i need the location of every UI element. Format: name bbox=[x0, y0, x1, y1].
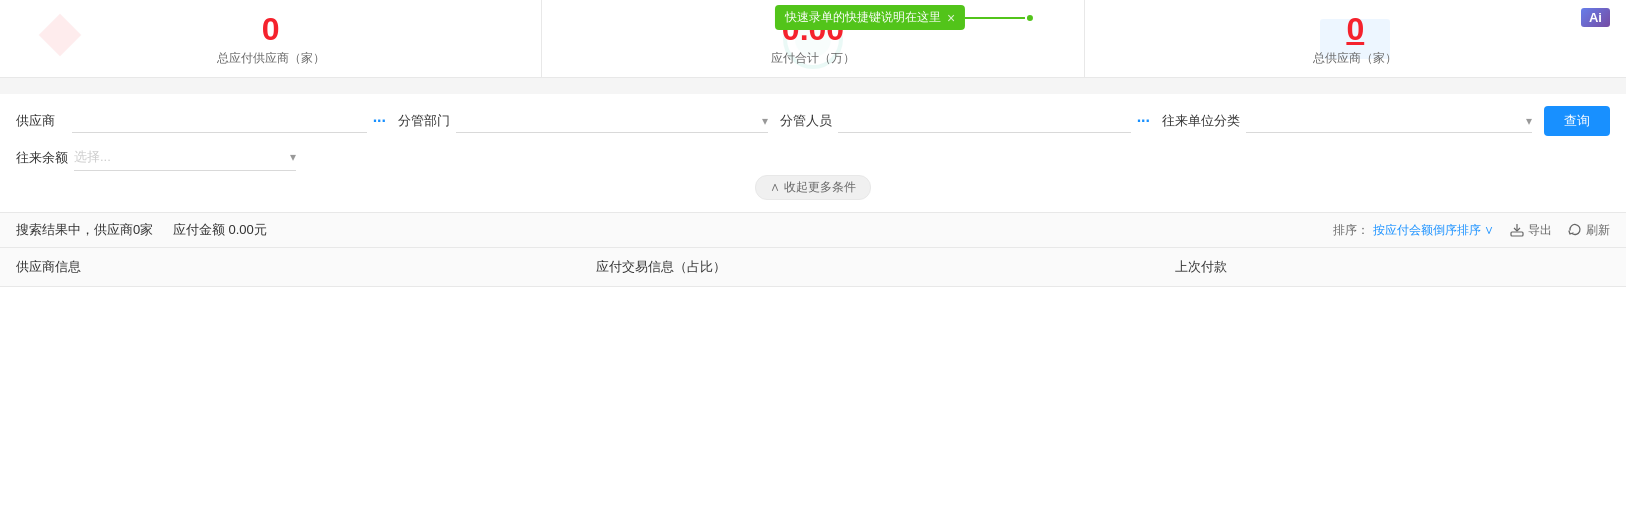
stat-total-suppliers: 0 总供应商（家） Ai bbox=[1085, 0, 1626, 77]
total-suppliers-label: 总供应商（家） bbox=[1313, 50, 1397, 67]
unit-class-select[interactable]: ▾ bbox=[1246, 110, 1532, 133]
filter-bar: 供应商 ··· 分管部门 ▾ 分管人员 ··· 往来单位分类 ▾ bbox=[0, 94, 1626, 213]
balance-filter: 往来余额 选择... ▾ bbox=[16, 144, 296, 171]
person-dots-btn[interactable]: ··· bbox=[1137, 112, 1150, 130]
supplier-input[interactable] bbox=[72, 109, 367, 133]
result-summary: 搜索结果中，供应商0家 应付金额 0.00元 bbox=[16, 221, 267, 239]
query-button[interactable]: 查询 bbox=[1544, 106, 1610, 136]
result-text: 搜索结果中，供应商0家 bbox=[16, 222, 153, 237]
total-suppliers-number: 0 bbox=[1313, 10, 1397, 48]
export-btn[interactable]: 导出 bbox=[1510, 222, 1552, 239]
total-payable-number: 0 bbox=[217, 10, 325, 48]
supplier-filter: 供应商 ··· bbox=[16, 109, 386, 133]
balance-arrow-icon: ▾ bbox=[290, 150, 296, 164]
sort-label: 排序： 按应付会额倒序排序 ∨ bbox=[1333, 222, 1494, 239]
department-select[interactable]: ▾ bbox=[456, 110, 768, 133]
collapse-btn[interactable]: ∧ 收起更多条件 bbox=[755, 175, 870, 200]
sort-value-btn[interactable]: 按应付会额倒序排序 ∨ bbox=[1373, 223, 1494, 237]
payable-total-label: 应付合计（万） bbox=[771, 50, 855, 67]
balance-select[interactable]: 选择... ▾ bbox=[74, 144, 296, 171]
tooltip-text: 快速录单的快捷键说明在这里 bbox=[785, 9, 941, 26]
department-label: 分管部门 bbox=[398, 112, 450, 130]
col-header-supplier: 供应商信息 bbox=[16, 258, 596, 276]
refresh-btn[interactable]: 刷新 bbox=[1568, 222, 1610, 239]
department-filter: 分管部门 ▾ bbox=[398, 110, 768, 133]
unit-class-label: 往来单位分类 bbox=[1162, 112, 1240, 130]
result-bar: 搜索结果中，供应商0家 应付金额 0.00元 排序： 按应付会额倒序排序 ∨ 导… bbox=[0, 213, 1626, 248]
person-input[interactable] bbox=[838, 109, 1131, 133]
refresh-icon bbox=[1568, 223, 1582, 237]
svg-rect-0 bbox=[39, 14, 81, 56]
stat-total-payable-suppliers: 0 总应付供应商（家） bbox=[0, 0, 542, 77]
tooltip-dot bbox=[1025, 13, 1035, 23]
col-header-last-payment: 上次付款 bbox=[1175, 258, 1610, 276]
unit-class-arrow-icon: ▾ bbox=[1526, 114, 1532, 128]
balance-placeholder: 选择... bbox=[74, 148, 111, 166]
divider bbox=[0, 78, 1626, 86]
stats-bar: 0 总应付供应商（家） 0.00 应付合计（万） 快速录单的快捷键说明在这里 × bbox=[0, 0, 1626, 78]
svg-rect-7 bbox=[1511, 232, 1523, 236]
collapse-row: ∧ 收起更多条件 bbox=[16, 175, 1610, 200]
table-body bbox=[0, 287, 1626, 515]
total-payable-label: 总应付供应商（家） bbox=[217, 50, 325, 67]
balance-label: 往来余额 bbox=[16, 149, 68, 167]
tooltip-close-btn[interactable]: × bbox=[947, 11, 955, 25]
result-amount: 应付金额 0.00元 bbox=[173, 222, 267, 237]
col-header-transaction: 应付交易信息（占比） bbox=[596, 258, 1176, 276]
result-actions: 排序： 按应付会额倒序排序 ∨ 导出 刷新 bbox=[1333, 222, 1610, 239]
filter-row-1: 供应商 ··· 分管部门 ▾ 分管人员 ··· 往来单位分类 ▾ bbox=[16, 106, 1610, 136]
filter-row-2: 往来余额 选择... ▾ bbox=[16, 144, 1610, 171]
shortcut-tooltip: 快速录单的快捷键说明在这里 × bbox=[775, 5, 965, 30]
person-filter: 分管人员 ··· bbox=[780, 109, 1150, 133]
stat-payable-total: 0.00 应付合计（万） 快速录单的快捷键说明在这里 × bbox=[542, 0, 1084, 77]
department-arrow-icon: ▾ bbox=[762, 114, 768, 128]
diamond-decoration-icon bbox=[30, 5, 90, 65]
ai-badge[interactable]: Ai bbox=[1581, 8, 1610, 27]
supplier-dots-btn[interactable]: ··· bbox=[373, 112, 386, 130]
person-label: 分管人员 bbox=[780, 112, 832, 130]
supplier-label: 供应商 bbox=[16, 112, 66, 130]
table-header: 供应商信息 应付交易信息（占比） 上次付款 bbox=[0, 248, 1626, 287]
data-table: 供应商信息 应付交易信息（占比） 上次付款 bbox=[0, 248, 1626, 515]
unit-class-filter: 往来单位分类 ▾ bbox=[1162, 110, 1532, 133]
export-icon bbox=[1510, 223, 1524, 237]
